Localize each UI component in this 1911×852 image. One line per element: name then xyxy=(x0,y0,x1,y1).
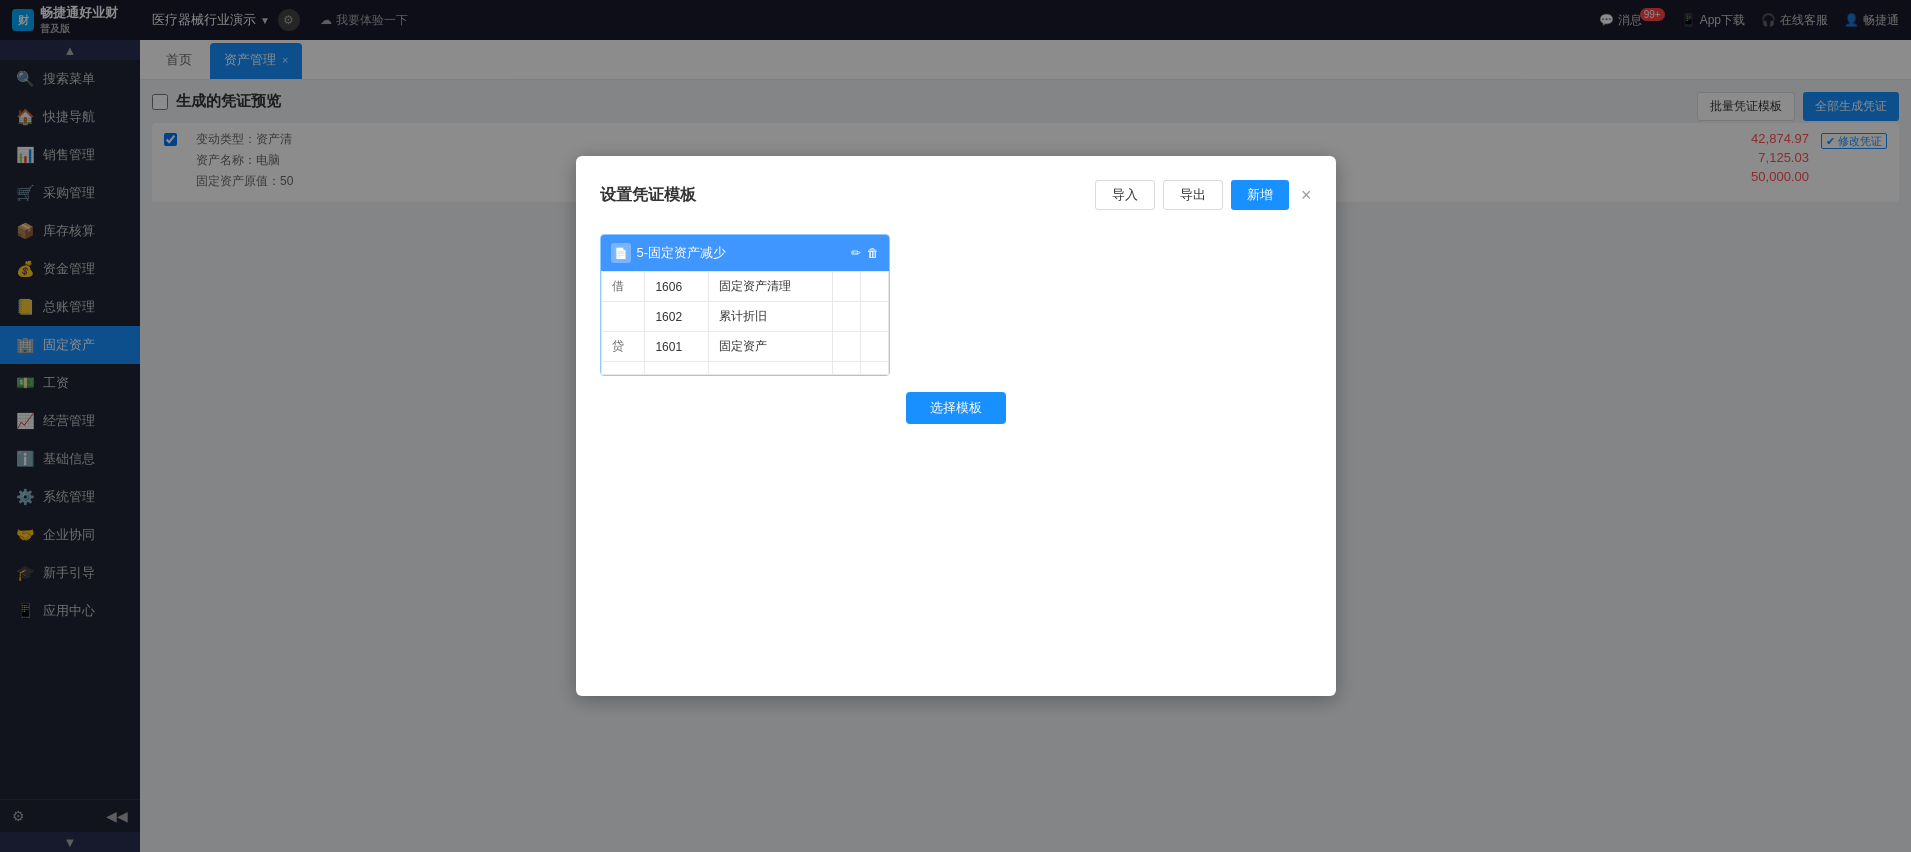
row-col4 xyxy=(860,302,888,332)
row-code: 1601 xyxy=(645,332,708,362)
template-card-header: 📄 5-固定资产减少 ✏ 🗑 xyxy=(601,235,889,271)
row-col3 xyxy=(832,362,860,375)
import-button[interactable]: 导入 xyxy=(1095,180,1155,210)
template-table-row: 借 1606 固定资产清理 xyxy=(601,272,888,302)
modal-toolbar: 导入 导出 新增 xyxy=(1095,180,1289,210)
row-account-name: 固定资产 xyxy=(708,332,832,362)
modal-close-button[interactable]: × xyxy=(1301,186,1312,204)
row-col4 xyxy=(860,332,888,362)
set-voucher-template-modal: 设置凭证模板 导入 导出 新增 × 📄 5-固定资产减少 ✏ 🗑 xyxy=(576,156,1336,696)
row-account-name: 固定资产清理 xyxy=(708,272,832,302)
row-col3 xyxy=(832,272,860,302)
row-code: 1606 xyxy=(645,272,708,302)
template-table: 借 1606 固定资产清理 1602 累计折旧 贷 1601 固定资产 xyxy=(601,271,889,375)
template-table-row: 1602 累计折旧 xyxy=(601,302,888,332)
row-type xyxy=(601,362,645,375)
template-card-title: 5-固定资产减少 xyxy=(637,244,845,262)
row-code: 1602 xyxy=(645,302,708,332)
row-code xyxy=(645,362,708,375)
row-type: 贷 xyxy=(601,332,645,362)
row-col4 xyxy=(860,362,888,375)
row-col3 xyxy=(832,302,860,332)
modal-overlay: 设置凭证模板 导入 导出 新增 × 📄 5-固定资产减少 ✏ 🗑 xyxy=(0,0,1911,852)
row-account-name: 累计折旧 xyxy=(708,302,832,332)
modal-title: 设置凭证模板 xyxy=(600,185,696,206)
row-col4 xyxy=(860,272,888,302)
template-card: 📄 5-固定资产减少 ✏ 🗑 借 1606 固定资产清理 1602 累计折旧 xyxy=(600,234,890,376)
new-template-button[interactable]: 新增 xyxy=(1231,180,1289,210)
row-col3 xyxy=(832,332,860,362)
row-account-name xyxy=(708,362,832,375)
export-button[interactable]: 导出 xyxy=(1163,180,1223,210)
template-edit-icon[interactable]: ✏ xyxy=(851,246,861,260)
row-type: 借 xyxy=(601,272,645,302)
template-table-row: 贷 1601 固定资产 xyxy=(601,332,888,362)
template-table-row xyxy=(601,362,888,375)
template-card-body: 借 1606 固定资产清理 1602 累计折旧 贷 1601 固定资产 xyxy=(601,271,889,375)
row-type xyxy=(601,302,645,332)
select-template-button[interactable]: 选择模板 xyxy=(906,392,1006,424)
modal-header: 设置凭证模板 导入 导出 新增 × xyxy=(600,180,1312,210)
template-delete-icon[interactable]: 🗑 xyxy=(867,246,879,260)
template-card-doc-icon: 📄 xyxy=(611,243,631,263)
template-card-actions: ✏ 🗑 xyxy=(851,246,879,260)
